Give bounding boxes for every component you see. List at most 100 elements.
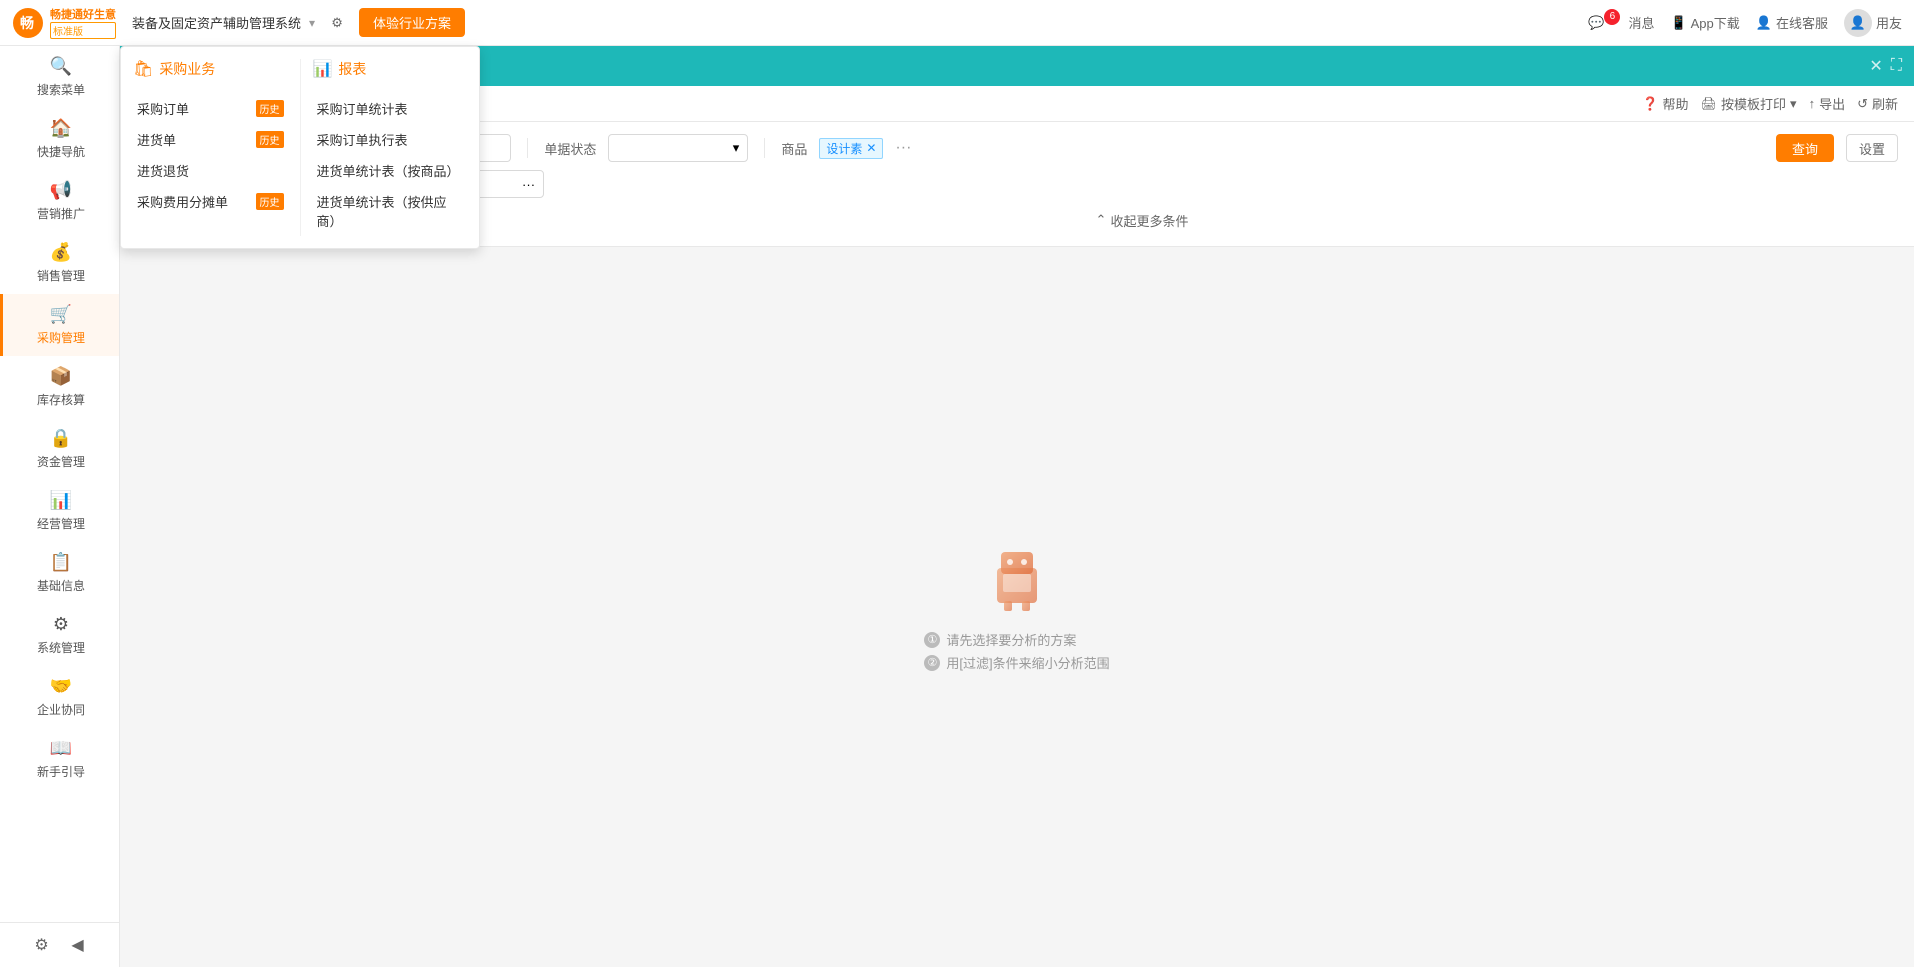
empty-illustration [977, 538, 1057, 618]
empty-tip-1: ① 请先选择要分析的方案 [924, 630, 1109, 649]
sales-icon: 💰 [50, 242, 72, 263]
sidebar-item-finance[interactable]: 🔒 资金管理 [0, 418, 119, 480]
cooperation-icon: 🤝 [50, 676, 72, 697]
tip-num-2: ② [924, 655, 940, 671]
purchase-col-icon: 🛍 [133, 59, 153, 79]
purchase-col: 🛍 采购业务 采购订单 历史 进货单 历史 进货退货 采购费用分摊单 历史 [121, 59, 301, 236]
doc-status-select[interactable]: ▾ [608, 134, 748, 162]
industry-btn[interactable]: 体验行业方案 [359, 8, 465, 37]
bottom-settings-btn[interactable]: ⚙ [28, 931, 56, 959]
dropdown-purchase-return[interactable]: 进货退货 [133, 155, 288, 186]
settings-btn[interactable]: 设置 [1846, 134, 1898, 162]
collapse-btn-wrapper: ⌃ 收起更多条件 [386, 211, 1898, 230]
sidebar-bottom: ⚙ ◀ [0, 922, 119, 967]
purchase-col-title: 🛍 采购业务 [133, 59, 288, 85]
sidebar-item-quick-nav[interactable]: 🏠 快捷导航 [0, 108, 119, 170]
empty-tip-2: ② 用[过滤]条件来缩小分析范围 [924, 653, 1109, 672]
query-btn[interactable]: 查询 [1776, 134, 1834, 162]
collapse-btn[interactable]: ⌃ 收起更多条件 [1096, 211, 1189, 230]
header-settings-btn[interactable]: ⚙ [323, 9, 351, 37]
marketing-icon: 📢 [50, 180, 72, 201]
doc-status-arrow: ▾ [733, 140, 740, 156]
sidebar-item-search[interactable]: 🔍 搜索菜单 [0, 46, 119, 108]
online-service-btn[interactable]: 👤 在线客服 [1756, 13, 1828, 32]
system-title: 装备及固定资产辅助管理系统 [132, 13, 301, 32]
bottom-collapse-btn[interactable]: ◀ [64, 931, 92, 959]
basic-info-icon: 📋 [50, 552, 72, 573]
refresh-icon: ↺ [1857, 96, 1868, 112]
print-dropdown-arrow[interactable]: ▾ [1790, 96, 1797, 112]
goods-tag: 设计素 ✕ [819, 138, 883, 159]
mobile-icon: 📱 [1670, 15, 1686, 31]
sidebar-item-marketing[interactable]: 📢 营销推广 [0, 170, 119, 232]
help-btn[interactable]: ❓ 帮助 [1642, 94, 1688, 113]
tab-close-window-btn[interactable]: ✕ [1869, 56, 1882, 76]
dropdown-report-order-exec[interactable]: 采购订单执行表 [313, 124, 468, 155]
sidebar-item-basic-info[interactable]: 📋 基础信息 [0, 542, 119, 604]
sidebar-item-inventory[interactable]: 📦 库存核算 [0, 356, 119, 418]
print-icon: 🖨 [1701, 96, 1718, 112]
empty-state: ① 请先选择要分析的方案 ② 用[过滤]条件来缩小分析范围 [924, 538, 1109, 676]
svg-text:畅: 畅 [20, 15, 34, 31]
tab-maximize-btn[interactable]: ⛶ [1891, 57, 1902, 75]
main-body: ① 请先选择要分析的方案 ② 用[过滤]条件来缩小分析范围 [120, 247, 1914, 967]
logo-area: 畅 畅捷通好生意 标准版 [12, 6, 132, 39]
history-badge-1: 历史 [256, 131, 284, 148]
print-btn[interactable]: 🖨 按模板打印 ▾ [1701, 94, 1797, 113]
sidebar: 🔍 搜索菜单 🏠 快捷导航 📢 营销推广 💰 销售管理 🛒 采购管理 📦 库存核… [0, 46, 120, 967]
inventory-icon: 📦 [50, 366, 72, 387]
collapse-icon: ⌃ [1096, 212, 1107, 228]
sidebar-item-cooperation[interactable]: 🤝 企业协同 [0, 666, 119, 728]
messages-badge: 6 [1604, 9, 1620, 25]
goods-more-btn[interactable]: ··· [895, 139, 911, 157]
message-icon: 💬 [1588, 15, 1604, 31]
dropdown-purchase-receipt[interactable]: 进货单 历史 [133, 124, 288, 155]
goods-tag-close[interactable]: ✕ [866, 141, 876, 155]
guide-icon: 📖 [50, 738, 72, 759]
dropdown-purchase-order[interactable]: 采购订单 历史 [133, 93, 288, 124]
dropdown-report-order-stat[interactable]: 采购订单统计表 [313, 93, 468, 124]
report-col-title: 📊 报表 [313, 59, 468, 85]
home-icon: 🏠 [50, 118, 72, 139]
system-dropdown-arrow[interactable]: ▾ [309, 16, 315, 30]
sidebar-item-system[interactable]: ⚙ 系统管理 [0, 604, 119, 666]
tab-actions: ✕ ⛶ [1857, 56, 1914, 76]
top-header: 畅 畅捷通好生意 标准版 装备及固定资产辅助管理系统 ▾ ⚙ 体验行业方案 💬 … [0, 0, 1914, 46]
export-btn[interactable]: ↑ 导出 [1809, 94, 1846, 113]
doc-status-label: 单据状态 [544, 139, 596, 158]
salesperson-dots: ··· [522, 177, 535, 192]
sidebar-item-operations[interactable]: 📊 经营管理 [0, 480, 119, 542]
logo-title: 畅捷通好生意 [50, 6, 116, 22]
divider2 [764, 138, 765, 158]
history-badge-3: 历史 [256, 193, 284, 210]
sidebar-item-guide[interactable]: 📖 新手引导 [0, 728, 119, 790]
dropdown-purchase-expense[interactable]: 采购费用分摊单 历史 [133, 186, 288, 217]
logo-icon: 畅 [12, 7, 44, 39]
finance-icon: 🔒 [50, 428, 72, 449]
refresh-btn[interactable]: ↺ 刷新 [1857, 94, 1898, 113]
sidebar-item-sales[interactable]: 💰 销售管理 [0, 232, 119, 294]
sidebar-item-purchase[interactable]: 🛒 采购管理 [0, 294, 119, 356]
report-col-icon: 📊 [313, 59, 333, 79]
user-menu[interactable]: 👤 用友 [1844, 9, 1902, 37]
app-download-btn[interactable]: 📱 App下载 [1670, 13, 1739, 32]
main-layout: 🔍 搜索菜单 🏠 快捷导航 📢 营销推广 💰 销售管理 🛒 采购管理 📦 库存核… [0, 46, 1914, 967]
logo-tag: 标准版 [50, 22, 116, 39]
purchase-dropdown-menu: 🛍 采购业务 采购订单 历史 进货单 历史 进货退货 采购费用分摊单 历史 📊 [120, 46, 480, 249]
help-icon: ❓ [1642, 96, 1658, 112]
dropdown-report-receipt-goods[interactable]: 进货单统计表（按商品） [313, 155, 468, 186]
dropdown-report-receipt-supplier[interactable]: 进货单统计表（按供应商） [313, 186, 468, 236]
messages-label: 消息 [1628, 13, 1654, 32]
purchase-icon: 🛒 [50, 304, 72, 325]
history-badge-0: 历史 [256, 100, 284, 117]
system-icon: ⚙ [53, 614, 69, 635]
header-right: 💬 6 消息 📱 App下载 👤 在线客服 👤 用友 [1588, 9, 1902, 37]
header-middle: 装备及固定资产辅助管理系统 ▾ ⚙ 体验行业方案 [132, 8, 1588, 37]
report-col: 📊 报表 采购订单统计表 采购订单执行表 进货单统计表（按商品） 进货单统计表（… [301, 59, 480, 236]
tip-num-1: ① [924, 632, 940, 648]
divider1 [527, 138, 528, 158]
messages-btn[interactable]: 💬 6 消息 [1588, 13, 1654, 32]
search-icon: 🔍 [50, 56, 72, 77]
operations-icon: 📊 [50, 490, 72, 511]
service-icon: 👤 [1756, 15, 1772, 31]
